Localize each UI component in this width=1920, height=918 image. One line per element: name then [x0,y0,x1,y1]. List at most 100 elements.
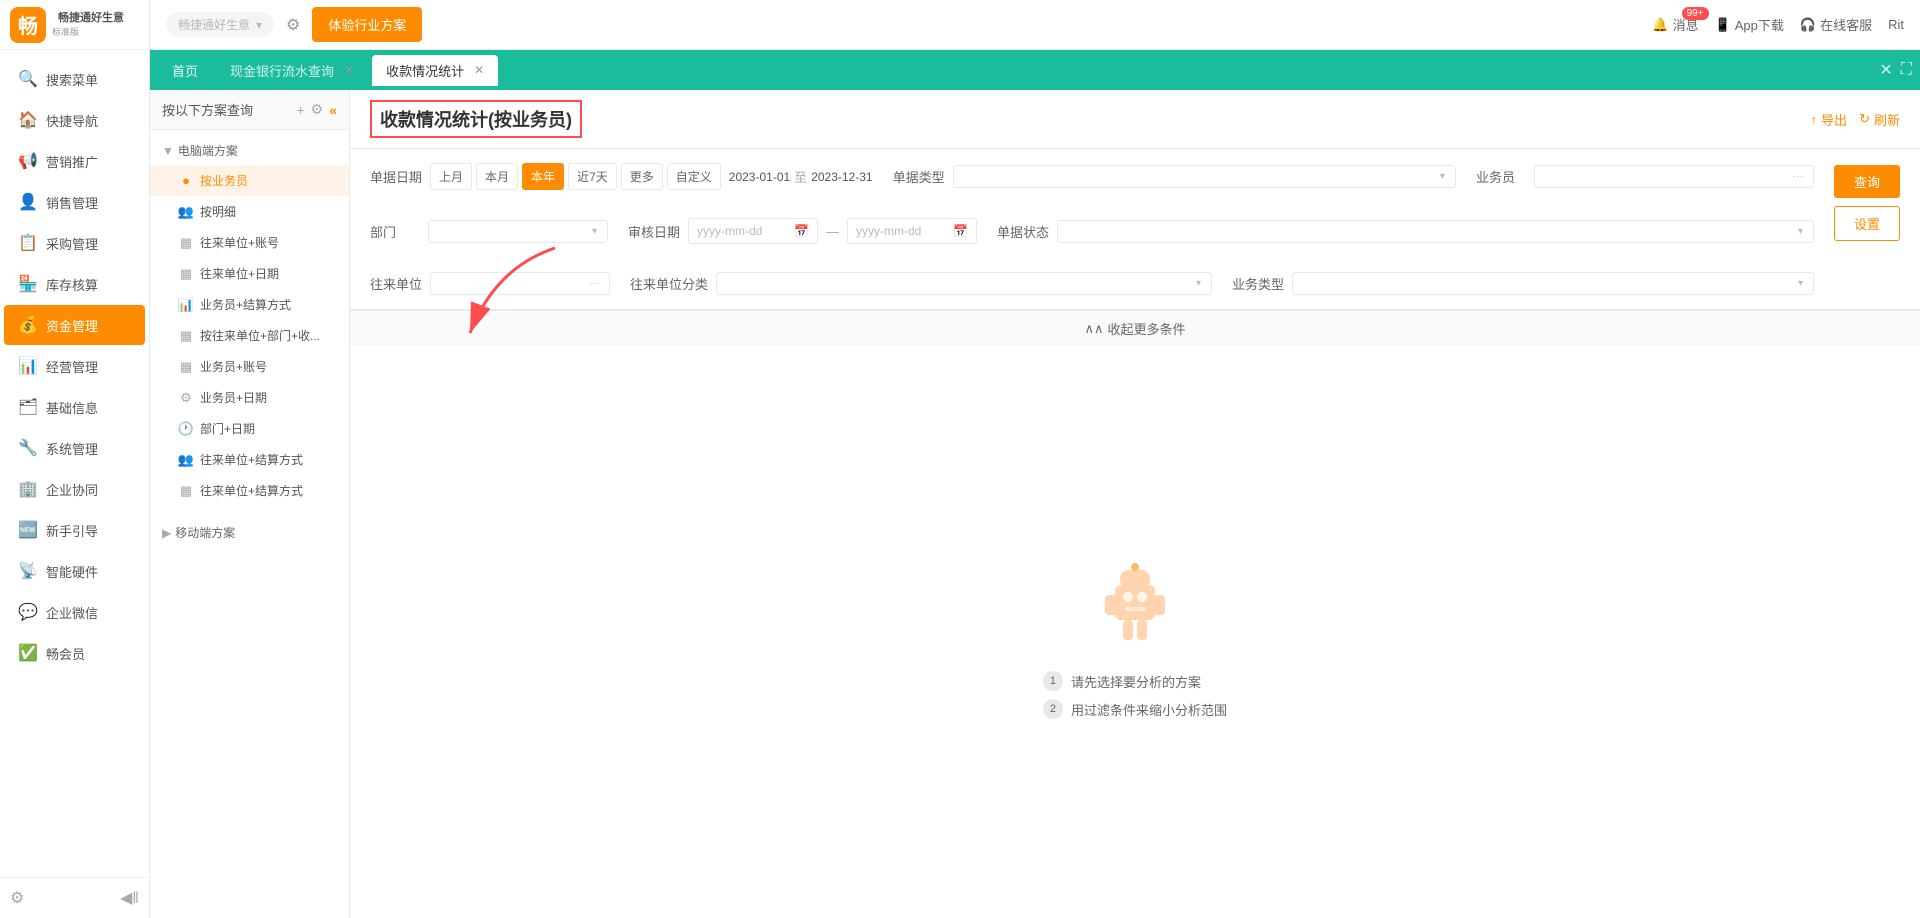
sidebar-item-enterprise[interactable]: 🏢 企业协同 [4,469,145,509]
dropdown-arrow-icon[interactable]: ▾ [256,18,262,32]
refresh-button[interactable]: ↻ 刷新 [1859,110,1900,129]
mobile-scheme-title[interactable]: ▶ 移动端方案 [150,518,349,547]
sidebar-item-basic-info[interactable]: 🗂 基础信息 [4,387,145,427]
filter-row-3: 往来单位 ··· 往来单位分类 ▾ [370,272,1814,295]
tab-home[interactable]: 首页 [158,55,212,86]
sidebar-item-management[interactable]: 📊 经营管理 [4,346,145,386]
collapse-panel-icon[interactable]: « [329,102,337,118]
salesman-more-icon: ··· [1793,171,1803,182]
scheme-settings-icon[interactable]: ⚙ [311,101,324,118]
sidebar-item-member[interactable]: ✅ 畅会员 [4,633,145,673]
action-column: 查询 设置 [1834,163,1900,241]
scheme-item-label: 部门+日期 [200,420,255,437]
tab-close-icon[interactable]: ✕ [344,63,354,77]
filter-row-actions: 单据日期 上月 本月 本年 近7天 更多 自定义 [370,163,1900,295]
sidebar-item-label: 快捷导航 [46,111,98,130]
scheme-item-by-detail[interactable]: 👥 按明细 [150,196,349,227]
date-btn-7days[interactable]: 近7天 [568,163,617,190]
sidebar-item-marketing[interactable]: 📢 营销推广 [4,141,145,181]
sidebar-item-label: 营销推广 [46,152,98,171]
sidebar-item-finance[interactable]: 💰 资金管理 [4,305,145,345]
header-right: 🔔 消息 99+ 📱 App下载 🎧 在线客服 Rit [1652,15,1904,34]
sidebar-item-wechat[interactable]: 💬 企业微信 [4,592,145,632]
empty-tips: 1 请先选择要分析的方案 2 用过滤条件来缩小分析范围 [1043,671,1227,719]
doc-type-select[interactable]: ▾ [953,165,1456,188]
app-download-button[interactable]: 📱 App下载 [1715,15,1784,34]
scheme-item-salesman-date[interactable]: ⚙ 业务员+日期 [150,382,349,413]
empty-state: 1 请先选择要分析的方案 2 用过滤条件来缩小分析范围 [350,346,1920,918]
sidebar-item-sales[interactable]: 👤 销售管理 [4,182,145,222]
close-window-icon[interactable]: ✕ [1879,60,1892,80]
phone-icon: 📱 [1715,17,1731,33]
unit-label: 往来单位 [370,274,422,293]
sidebar-item-quick-nav[interactable]: 🏠 快捷导航 [4,100,145,140]
scheme-item-label: 按业务员 [200,172,248,189]
scheme-item-salesman-account[interactable]: ▦ 业务员+账号 [150,351,349,382]
date-label: 单据日期 [370,167,422,186]
empty-illustration [1085,545,1185,655]
date-btn-this-month[interactable]: 本月 [476,163,518,190]
date-btn-more[interactable]: 更多 [621,163,663,190]
scheme-item-unit-account[interactable]: ▦ 往来单位+账号 [150,227,349,258]
search-icon: 🔍 [18,69,38,89]
maximize-icon[interactable]: ⛶ [1901,61,1912,79]
user-avatar[interactable]: Rit [1888,17,1904,32]
query-button[interactable]: 查询 [1834,165,1900,198]
doc-status-label: 单据状态 [997,222,1049,241]
online-service-button[interactable]: 🎧 在线客服 [1800,15,1872,34]
audit-date-to[interactable]: yyyy-mm-dd 📅 [847,218,977,244]
unit-type-select[interactable]: ▾ [716,272,1212,295]
filter-date-item: 单据日期 上月 本月 本年 近7天 更多 自定义 [370,163,873,190]
sidebar-item-inventory[interactable]: 🏪 库存核算 [4,264,145,304]
sidebar-item-search-menu[interactable]: 🔍 搜索菜单 [4,59,145,99]
date-dash: — [826,224,839,239]
filter-doc-type-item: 单据类型 ▾ [893,165,1456,188]
settings-bottom-icon[interactable]: ⚙ [10,888,24,908]
scheme-item-salesman-settle[interactable]: 📊 业务员+结算方式 [150,289,349,320]
add-scheme-icon[interactable]: + [296,102,304,118]
audit-date-from[interactable]: yyyy-mm-dd 📅 [688,218,818,244]
settings-button[interactable]: 设置 [1834,206,1900,241]
breadcrumb: 畅捷通好生意 ▾ [166,12,274,37]
mobile-scheme-section: ▶ 移动端方案 [150,512,349,553]
empty-tip-1: 1 请先选择要分析的方案 [1043,671,1227,691]
sidebar-item-guide[interactable]: 🆕 新手引导 [4,510,145,550]
scheme-item-dept-date[interactable]: 🕐 部门+日期 [150,413,349,444]
filter-dept-item: 部门 ▾ [370,220,608,243]
scheme-item-unit-dept-collect[interactable]: ▦ 按往来单位+部门+收... [150,320,349,351]
scheme-item-by-salesman[interactable]: ● 按业务员 [150,165,349,196]
trial-button[interactable]: 体验行业方案 [312,7,422,42]
message-button[interactable]: 🔔 消息 99+ [1652,15,1698,34]
scheme-item-unit-settle1[interactable]: 👥 往来单位+结算方式 [150,444,349,475]
sidebar-item-purchase[interactable]: 📋 采购管理 [4,223,145,263]
scheme-item-label: 往来单位+账号 [200,234,279,251]
dept-select[interactable]: ▾ [428,220,608,243]
biz-type-select[interactable]: ▾ [1292,272,1814,295]
doc-status-select[interactable]: ▾ [1057,220,1814,243]
mobile-scheme-label: 移动端方案 [175,524,235,541]
collapse-sidebar-icon[interactable]: ◀‖ [120,888,139,908]
date-btn-last-month[interactable]: 上月 [430,163,472,190]
sidebar-item-label: 销售管理 [46,193,98,212]
tab-close-icon[interactable]: ✕ [474,63,484,77]
salesman-select[interactable]: ··· [1534,165,1814,188]
biz-type-arrow-icon: ▾ [1798,278,1803,289]
pc-scheme-title[interactable]: ▼ 电脑端方案 [150,136,349,165]
scheme-item-unit-settle2[interactable]: ▦ 往来单位+结算方式 [150,475,349,506]
filter-row-1: 单据日期 上月 本月 本年 近7天 更多 自定义 [370,163,1814,190]
scheme-item-label: 往来单位+结算方式 [200,482,303,499]
collapse-bar[interactable]: ∧∧ 收起更多条件 [350,310,1920,346]
tab-collection-stats[interactable]: 收款情况统计 ✕ [372,55,498,86]
date-btn-custom[interactable]: 自定义 [667,163,721,190]
wechat-icon: 💬 [18,602,38,622]
date-btn-this-year[interactable]: 本年 [522,163,564,190]
scheme-item-unit-date[interactable]: ▦ 往来单位+日期 [150,258,349,289]
sidebar-item-hardware[interactable]: 📡 智能硬件 [4,551,145,591]
gear-icon[interactable]: ⚙ [286,15,300,35]
export-button[interactable]: ↑ 导出 [1811,110,1848,129]
tip-number-2: 2 [1043,699,1063,719]
logo-text: 畅捷通好生意 [58,11,124,25]
unit-select[interactable]: ··· [430,272,610,295]
sidebar-item-system[interactable]: 🔧 系统管理 [4,428,145,468]
tab-bank-flow[interactable]: 现金银行流水查询 ✕ [216,55,368,86]
